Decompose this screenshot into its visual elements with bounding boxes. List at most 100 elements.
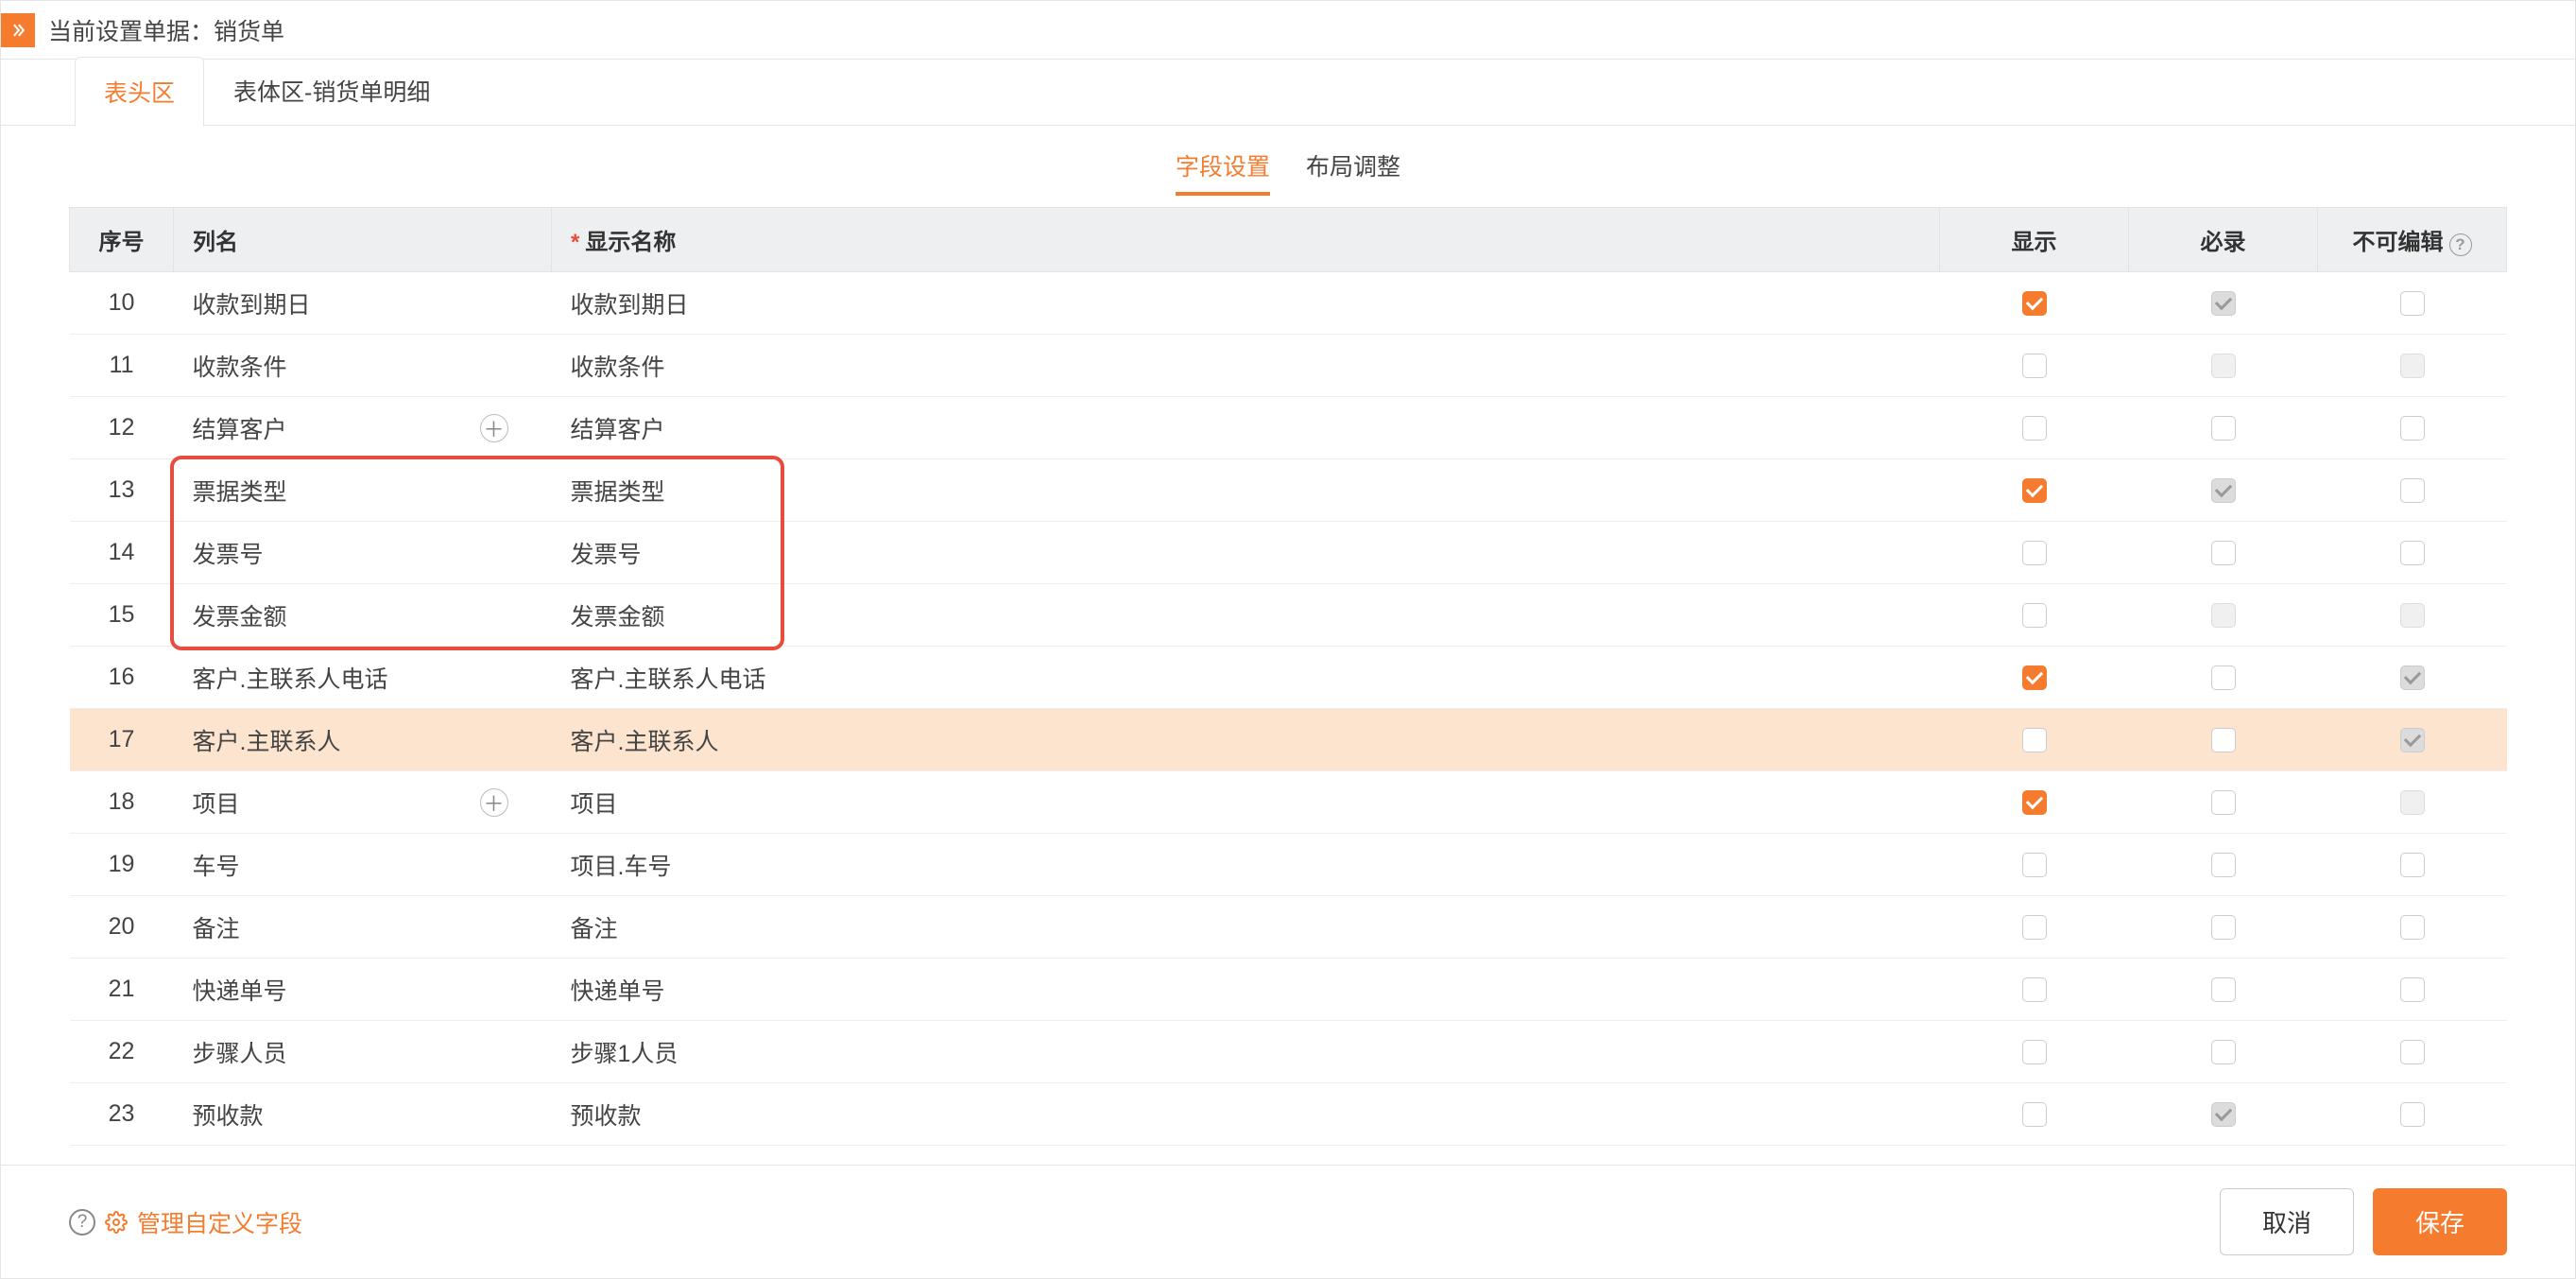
- display-name-cell[interactable]: 发票号: [552, 522, 1940, 584]
- required-checkbox[interactable]: [2211, 1040, 2236, 1064]
- display-name-cell[interactable]: 票据类型: [552, 459, 1940, 522]
- readonly-checkbox[interactable]: [2400, 478, 2425, 503]
- display-name-cell[interactable]: 发票金额: [552, 584, 1940, 647]
- required-checkbox[interactable]: [2211, 853, 2236, 877]
- readonly-checkbox[interactable]: [2400, 291, 2425, 316]
- row-index: 21: [70, 959, 174, 1021]
- display-name-cell[interactable]: 步骤1人员: [552, 1021, 1940, 1083]
- show-checkbox[interactable]: [2022, 853, 2047, 877]
- show-checkbox[interactable]: [2022, 728, 2047, 752]
- help-icon[interactable]: ?: [69, 1209, 95, 1236]
- required-checkbox[interactable]: [2211, 416, 2236, 441]
- readonly-checkbox[interactable]: [2400, 915, 2425, 940]
- column-name-label: 票据类型: [193, 474, 287, 508]
- row-colname-cell: 步骤人员: [174, 1021, 552, 1083]
- show-checkbox[interactable]: [2022, 478, 2047, 503]
- row-index: 23: [70, 1083, 174, 1146]
- column-name-label: 收款条件: [193, 349, 287, 383]
- readonly-checkbox: [2400, 665, 2425, 690]
- row-colname-cell: 快递单号: [174, 959, 552, 1021]
- row-colname-cell: 票据类型: [174, 459, 552, 522]
- required-checkbox[interactable]: [2211, 728, 2236, 752]
- plus-icon[interactable]: ＋: [480, 414, 508, 442]
- gear-icon: [105, 1211, 128, 1234]
- table-row: 17 客户.主联系人 客户.主联系人: [70, 709, 2507, 771]
- table-row: 21快递单号快递单号: [70, 959, 2507, 1021]
- main-tab-1[interactable]: 表体区-销货单明细: [204, 56, 459, 126]
- row-colname-cell: 项目＋: [174, 771, 552, 834]
- display-name-cell[interactable]: 项目.车号: [552, 834, 1940, 896]
- table-row: 16客户.主联系人电话客户.主联系人电话: [70, 647, 2507, 709]
- readonly-checkbox[interactable]: [2400, 1040, 2425, 1064]
- readonly-checkbox[interactable]: [2400, 977, 2425, 1002]
- table-row: 14发票号发票号: [70, 522, 2507, 584]
- field-table-body: 10收款到期日收款到期日11收款条件收款条件12结算客户＋结算客户13票据类型票…: [70, 272, 2507, 1146]
- column-name-label: 发票金额: [193, 598, 287, 632]
- required-checkbox[interactable]: [2211, 977, 2236, 1002]
- readonly-checkbox: [2400, 603, 2425, 628]
- help-icon[interactable]: ?: [2449, 233, 2472, 256]
- main-tab-0[interactable]: 表头区: [75, 57, 204, 127]
- collapse-sidebar-button[interactable]: [1, 13, 35, 47]
- show-checkbox[interactable]: [2022, 665, 2047, 690]
- show-checkbox[interactable]: [2022, 416, 2047, 441]
- row-index: 19: [70, 834, 174, 896]
- sub-tabs: 字段设置布局调整: [1, 126, 2575, 207]
- show-checkbox[interactable]: [2022, 291, 2047, 316]
- column-name-label: 收款到期日: [193, 286, 311, 320]
- col-header-name: 列名: [174, 208, 552, 272]
- field-table: 序号 列名 *显示名称 显示 必录 不可编辑? 10收款到期日收款到期日11收款…: [69, 207, 2507, 1146]
- field-table-container: 序号 列名 *显示名称 显示 必录 不可编辑? 10收款到期日收款到期日11收款…: [1, 207, 2575, 1165]
- readonly-checkbox[interactable]: [2400, 416, 2425, 441]
- show-checkbox[interactable]: [2022, 790, 2047, 815]
- table-row: 18项目＋项目: [70, 771, 2507, 834]
- row-index: 10: [70, 272, 174, 335]
- cancel-button[interactable]: 取消: [2220, 1188, 2354, 1255]
- manage-custom-fields-link[interactable]: 管理自定义字段: [137, 1205, 302, 1239]
- show-checkbox[interactable]: [2022, 541, 2047, 565]
- show-checkbox[interactable]: [2022, 1040, 2047, 1064]
- table-row: 19 车号 项目.车号: [70, 834, 2507, 896]
- readonly-checkbox[interactable]: [2400, 541, 2425, 565]
- display-name-cell[interactable]: 预收款: [552, 1083, 1940, 1146]
- readonly-checkbox[interactable]: [2400, 853, 2425, 877]
- required-checkbox: [2211, 1102, 2236, 1127]
- display-name-cell[interactable]: 快递单号: [552, 959, 1940, 1021]
- show-checkbox[interactable]: [2022, 1102, 2047, 1127]
- display-name-cell[interactable]: 项目: [552, 771, 1940, 834]
- show-checkbox[interactable]: [2022, 354, 2047, 378]
- required-checkbox: [2211, 478, 2236, 503]
- display-name-cell[interactable]: 收款到期日: [552, 272, 1940, 335]
- column-name-label: 车号: [193, 848, 240, 882]
- table-row: 22步骤人员步骤1人员: [70, 1021, 2507, 1083]
- show-checkbox[interactable]: [2022, 603, 2047, 628]
- document-title: 当前设置单据：销货单: [48, 13, 284, 47]
- readonly-checkbox[interactable]: [2400, 1102, 2425, 1127]
- display-name-cell[interactable]: 客户.主联系人: [552, 709, 1940, 771]
- display-name-cell[interactable]: 客户.主联系人电话: [552, 647, 1940, 709]
- column-name-label: 客户.主联系人电话: [193, 661, 388, 695]
- save-button[interactable]: 保存: [2373, 1188, 2507, 1255]
- row-index: 18: [70, 771, 174, 834]
- required-checkbox[interactable]: [2211, 541, 2236, 565]
- required-checkbox[interactable]: [2211, 790, 2236, 815]
- row-index: 15: [70, 584, 174, 647]
- row-index: 17: [70, 709, 174, 771]
- column-name-label: 客户.主联系人: [193, 723, 341, 757]
- display-name-cell[interactable]: 结算客户: [552, 397, 1940, 459]
- top-bar: 当前设置单据：销货单: [1, 1, 2575, 60]
- table-row: 10 收款到期日 收款到期日: [70, 272, 2507, 335]
- show-checkbox[interactable]: [2022, 915, 2047, 940]
- display-name-cell[interactable]: 收款条件: [552, 335, 1940, 397]
- col-header-index: 序号: [70, 208, 174, 272]
- plus-icon[interactable]: ＋: [480, 788, 508, 817]
- col-header-readonly: 不可编辑?: [2318, 208, 2507, 272]
- required-checkbox[interactable]: [2211, 915, 2236, 940]
- sub-tab-0[interactable]: 字段设置: [1176, 148, 1270, 196]
- row-colname-cell: 发票金额: [174, 584, 552, 647]
- col-header-required: 必录: [2129, 208, 2318, 272]
- sub-tab-1[interactable]: 布局调整: [1306, 148, 1400, 196]
- display-name-cell[interactable]: 备注: [552, 896, 1940, 959]
- show-checkbox[interactable]: [2022, 977, 2047, 1002]
- required-checkbox[interactable]: [2211, 665, 2236, 690]
